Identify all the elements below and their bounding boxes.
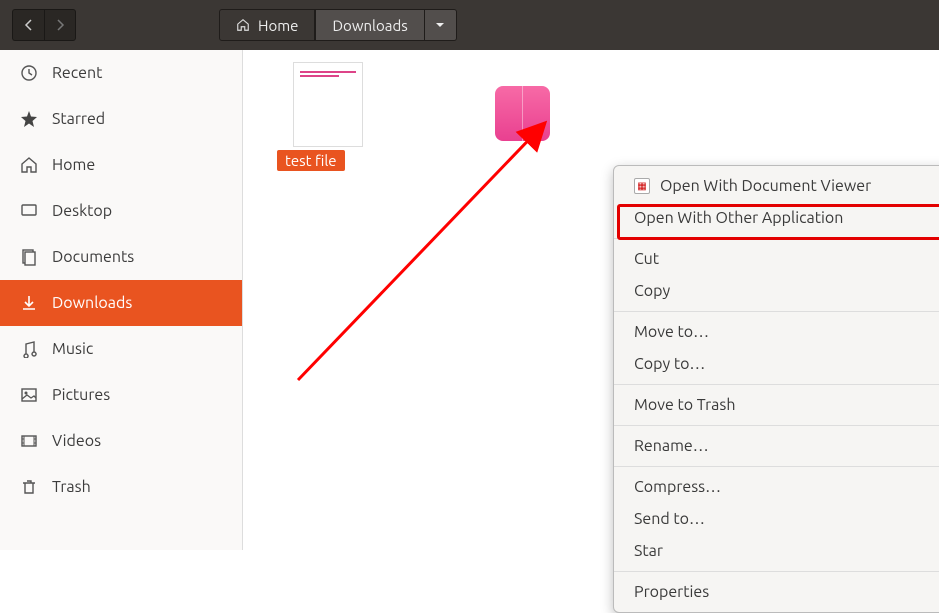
chevron-right-icon: [55, 19, 65, 31]
sidebar-item-desktop[interactable]: Desktop: [0, 188, 242, 234]
breadcrumb-current[interactable]: Downloads: [315, 9, 424, 41]
ctx-label: Cut: [634, 250, 659, 268]
menu-separator: [614, 425, 939, 426]
ctx-label: Copy: [634, 282, 670, 300]
sidebar-item-pictures[interactable]: Pictures: [0, 372, 242, 418]
menu-separator: [614, 466, 939, 467]
ctx-label: Copy to…: [634, 355, 705, 373]
ctx-copy[interactable]: Copy Ctrl+C: [614, 275, 939, 307]
sidebar-item-label: Videos: [52, 432, 101, 450]
forward-button[interactable]: [44, 9, 76, 41]
ctx-label: Open With Document Viewer: [660, 177, 871, 195]
application-icon[interactable]: [495, 86, 550, 141]
sidebar-item-trash[interactable]: Trash: [0, 464, 242, 510]
ctx-label: Send to…: [634, 510, 705, 528]
sidebar-item-documents[interactable]: Documents: [0, 234, 242, 280]
documents-icon: [20, 248, 38, 266]
ctx-label: Compress…: [634, 478, 721, 496]
ctx-label: Move to…: [634, 323, 709, 341]
sidebar-item-label: Downloads: [52, 294, 132, 312]
document-viewer-icon: ▦: [634, 178, 650, 194]
sidebar-item-label: Trash: [52, 478, 91, 496]
star-icon: [20, 110, 38, 128]
sidebar-item-label: Recent: [52, 64, 102, 82]
ctx-open-other-app[interactable]: Open With Other Application: [614, 202, 939, 234]
downloads-icon: [20, 294, 38, 312]
menu-separator: [614, 384, 939, 385]
ctx-star[interactable]: Star: [614, 535, 939, 567]
sidebar-item-downloads[interactable]: Downloads: [0, 280, 242, 326]
menu-separator: [614, 238, 939, 239]
ctx-cut[interactable]: Cut Ctrl+X: [614, 243, 939, 275]
breadcrumb-home-label: Home: [258, 17, 298, 34]
sidebar-item-label: Music: [52, 340, 93, 358]
back-button[interactable]: [12, 9, 44, 41]
trash-icon: [20, 478, 38, 496]
ctx-compress[interactable]: Compress…: [614, 471, 939, 503]
sidebar-item-starred[interactable]: Starred: [0, 96, 242, 142]
home-icon: [236, 18, 250, 32]
ctx-open-document-viewer[interactable]: ▦Open With Document Viewer Return: [614, 170, 939, 202]
chevron-down-icon: [435, 21, 445, 29]
ctx-rename[interactable]: Rename… F2: [614, 430, 939, 462]
breadcrumb-home[interactable]: Home: [219, 9, 315, 41]
nav-buttons: [12, 9, 76, 41]
home-icon: [20, 156, 38, 174]
sidebar-item-music[interactable]: Music: [0, 326, 242, 372]
file-item[interactable]: [293, 62, 363, 147]
breadcrumb-current-label: Downloads: [332, 17, 407, 34]
ctx-label: Rename…: [634, 437, 709, 455]
ctx-send-to[interactable]: Send to…: [614, 503, 939, 535]
music-icon: [20, 340, 38, 358]
sidebar: Recent Starred Home Desktop Documents Do…: [0, 50, 243, 550]
breadcrumb: Home Downloads: [219, 9, 457, 41]
ctx-trash[interactable]: Move to Trash Delete: [614, 389, 939, 421]
file-name-label: test file: [277, 150, 345, 171]
clock-icon: [20, 64, 38, 82]
ctx-properties[interactable]: Properties Ctrl+I: [614, 576, 939, 608]
ctx-copy-to[interactable]: Copy to…: [614, 348, 939, 380]
ctx-label: Move to Trash: [634, 396, 736, 414]
sidebar-item-label: Desktop: [52, 202, 112, 220]
sidebar-item-label: Starred: [52, 110, 105, 128]
chevron-left-icon: [24, 19, 34, 31]
sidebar-item-videos[interactable]: Videos: [0, 418, 242, 464]
sidebar-item-home[interactable]: Home: [0, 142, 242, 188]
annotation-arrow: [188, 90, 638, 390]
menu-separator: [614, 311, 939, 312]
pictures-icon: [20, 386, 38, 404]
ctx-label: Star: [634, 542, 663, 560]
breadcrumb-dropdown[interactable]: [425, 9, 457, 41]
context-menu: ▦Open With Document Viewer Return Open W…: [613, 165, 939, 613]
toolbar: Home Downloads: [0, 0, 939, 50]
sidebar-item-label: Documents: [52, 248, 134, 266]
ctx-label: Open With Other Application: [634, 209, 843, 227]
menu-separator: [614, 571, 939, 572]
sidebar-item-recent[interactable]: Recent: [0, 50, 242, 96]
sidebar-item-label: Home: [52, 156, 95, 174]
ctx-move-to[interactable]: Move to…: [614, 316, 939, 348]
videos-icon: [20, 432, 38, 450]
content-area: test file ▦Open With Document Viewer Ret…: [243, 50, 939, 550]
ctx-label: Properties: [634, 583, 709, 601]
desktop-icon: [20, 202, 38, 220]
sidebar-item-label: Pictures: [52, 386, 110, 404]
